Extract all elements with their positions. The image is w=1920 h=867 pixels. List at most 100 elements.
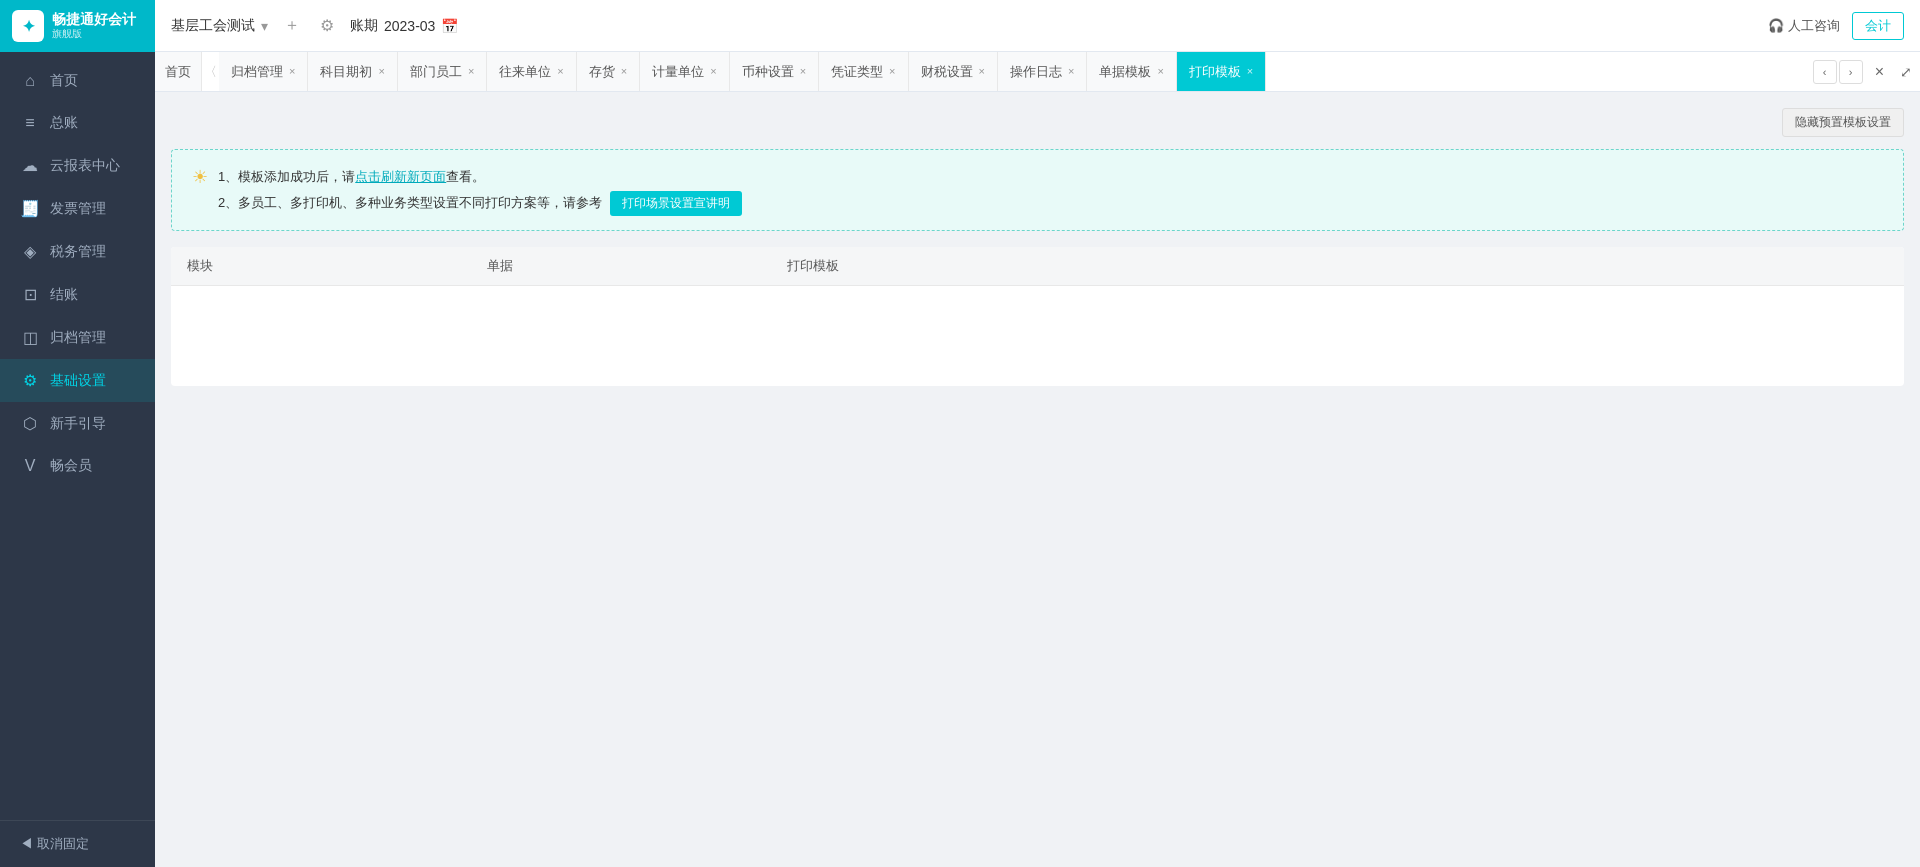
tab-taxsetting[interactable]: 财税设置 × (909, 52, 998, 91)
tab-archive[interactable]: 归档管理 × (219, 52, 308, 91)
tab-singledoc-label: 单据模板 (1099, 63, 1151, 81)
print-template-table: 模块 单据 打印模板 (171, 247, 1904, 386)
tab-close-all-button[interactable]: × (1867, 52, 1892, 91)
tab-currency-close[interactable]: × (800, 66, 806, 77)
user-button[interactable]: 会计 (1852, 12, 1904, 40)
topbar: 基层工会测试 ▾ ＋ ⚙ 账期 2023-03 📅 🎧 人工咨询 会计 (155, 0, 1920, 52)
sidebar-item-reports[interactable]: ☁ 云报表中心 (0, 144, 155, 187)
info-box: ☀ 1、模板添加成功后，请点击刷新新页面查看。 2、多员工、多打印机、多种业务类… (171, 149, 1904, 231)
tab-singledoc[interactable]: 单据模板 × (1087, 52, 1176, 91)
sidebar-item-home[interactable]: ⌂ 首页 (0, 60, 155, 102)
sidebar-item-tax[interactable]: ◈ 税务管理 (0, 230, 155, 273)
sidebar-item-label: 结账 (50, 286, 78, 304)
tab-currency[interactable]: 币种设置 × (730, 52, 819, 91)
period-label: 账期 (350, 17, 378, 35)
tab-printtemplate-label: 打印模板 (1189, 63, 1241, 81)
main-content: 基层工会测试 ▾ ＋ ⚙ 账期 2023-03 📅 🎧 人工咨询 会计 首页 〈… (155, 0, 1920, 867)
sidebar-item-label: 首页 (50, 72, 78, 90)
tab-oplog-close[interactable]: × (1068, 66, 1074, 77)
tab-printtemplate-close[interactable]: × (1247, 66, 1253, 77)
guide-icon: ⬡ (20, 414, 40, 433)
calendar-icon[interactable]: 📅 (441, 18, 458, 34)
tab-printtemplate[interactable]: 打印模板 × (1177, 52, 1266, 91)
archive-icon: ◫ (20, 328, 40, 347)
settings-icon: ⚙ (20, 371, 40, 390)
refresh-link[interactable]: 点击刷新新页面 (355, 169, 446, 184)
tab-oplog[interactable]: 操作日志 × (998, 52, 1087, 91)
tab-voucher-close[interactable]: × (889, 66, 895, 77)
tab-nav-arrows: ‹ › (1809, 52, 1867, 91)
tab-voucher[interactable]: 凭证类型 × (819, 52, 908, 91)
sidebar-item-invoice[interactable]: 🧾 发票管理 (0, 187, 155, 230)
tab-home[interactable]: 首页 (155, 52, 202, 91)
company-selector[interactable]: 基层工会测试 ▾ (171, 17, 268, 35)
reports-icon: ☁ (20, 156, 40, 175)
member-icon: V (20, 457, 40, 475)
ledger-icon: ≡ (20, 114, 40, 132)
tab-inventory-close[interactable]: × (621, 66, 627, 77)
sidebar-item-label: 新手引导 (50, 415, 106, 433)
column-document: 单据 (487, 257, 787, 275)
tax-icon: ◈ (20, 242, 40, 261)
tab-taxsetting-close[interactable]: × (979, 66, 985, 77)
app-logo: ✦ 畅捷通好会计 旗舰版 (0, 0, 155, 52)
info-line1-suffix: 查看。 (446, 169, 485, 184)
tab-expand-button[interactable]: ⤢ (1892, 52, 1920, 91)
tab-prev-button[interactable]: ‹ (1813, 60, 1837, 84)
tab-subjects-close[interactable]: × (378, 66, 384, 77)
sidebar-item-label: 税务管理 (50, 243, 106, 261)
tab-dept-close[interactable]: × (468, 66, 474, 77)
info-text: 1、模板添加成功后，请点击刷新新页面查看。 2、多员工、多打印机、多种业务类型设… (218, 164, 742, 216)
topbar-settings-icon[interactable]: ⚙ (316, 16, 338, 35)
sidebar-item-label: 发票管理 (50, 200, 106, 218)
tab-singledoc-close[interactable]: × (1157, 66, 1163, 77)
settle-icon: ⊡ (20, 285, 40, 304)
tab-partner-label: 往来单位 (499, 63, 551, 81)
tab-partner-close[interactable]: × (557, 66, 563, 77)
sidebar-item-label: 云报表中心 (50, 157, 120, 175)
sidebar-item-ledger[interactable]: ≡ 总账 (0, 102, 155, 144)
sidebar: ✦ 畅捷通好会计 旗舰版 ⌂ 首页 ≡ 总账 ☁ 云报表中心 🧾 发票管理 ◈ … (0, 0, 155, 867)
tab-dept[interactable]: 部门员工 × (398, 52, 487, 91)
sidebar-unpin-button[interactable]: ◀ 取消固定 (0, 820, 155, 867)
tab-currency-label: 币种设置 (742, 63, 794, 81)
tab-unit-close[interactable]: × (710, 66, 716, 77)
sidebar-nav: ⌂ 首页 ≡ 总账 ☁ 云报表中心 🧾 发票管理 ◈ 税务管理 ⊡ 结账 ◫ 归… (0, 52, 155, 820)
unpin-label: ◀ 取消固定 (20, 835, 89, 853)
table-body (171, 286, 1904, 386)
hide-template-button[interactable]: 隐藏预置模板设置 (1782, 108, 1904, 137)
tab-bar: 首页 〈 归档管理 × 科目期初 × 部门员工 × 往来单位 × 存货 × 计量… (155, 52, 1920, 92)
support-button[interactable]: 🎧 人工咨询 (1768, 17, 1840, 35)
column-module: 模块 (187, 257, 487, 275)
sidebar-item-guide[interactable]: ⬡ 新手引导 (0, 402, 155, 445)
add-company-button[interactable]: ＋ (280, 15, 304, 36)
tab-subjects[interactable]: 科目期初 × (308, 52, 397, 91)
tab-archive-close[interactable]: × (289, 66, 295, 77)
hide-template-area: 隐藏预置模板设置 (171, 108, 1904, 137)
sidebar-item-settle[interactable]: ⊡ 结账 (0, 273, 155, 316)
table-header: 模块 单据 打印模板 (171, 247, 1904, 286)
sidebar-item-label: 畅会员 (50, 457, 92, 475)
app-name: 畅捷通好会计 (52, 11, 136, 28)
sidebar-item-label: 总账 (50, 114, 78, 132)
tab-unit-label: 计量单位 (652, 63, 704, 81)
tab-inventory[interactable]: 存货 × (577, 52, 640, 91)
sidebar-item-member[interactable]: V 畅会员 (0, 445, 155, 487)
tab-inventory-label: 存货 (589, 63, 615, 81)
tab-next-button[interactable]: › (1839, 60, 1863, 84)
tab-partner[interactable]: 往来单位 × (487, 52, 576, 91)
bulb-icon: ☀ (192, 166, 208, 188)
topbar-right: 🎧 人工咨询 会计 (1768, 12, 1904, 40)
app-edition: 旗舰版 (52, 27, 136, 41)
sidebar-item-settings[interactable]: ⚙ 基础设置 (0, 359, 155, 402)
print-scene-btn[interactable]: 打印场景设置宣讲明 (610, 191, 742, 216)
tab-home-label: 首页 (165, 63, 191, 81)
info-line2-prefix: 2、多员工、多打印机、多种业务类型设置不同打印方案等，请参考 (218, 195, 602, 210)
page-content: 隐藏预置模板设置 ☀ 1、模板添加成功后，请点击刷新新页面查看。 2、多员工、多… (155, 92, 1920, 867)
period-display: 账期 2023-03 📅 (350, 17, 458, 35)
tab-unit[interactable]: 计量单位 × (640, 52, 729, 91)
invoice-icon: 🧾 (20, 199, 40, 218)
company-name: 基层工会测试 (171, 17, 255, 35)
tab-subjects-label: 科目期初 (320, 63, 372, 81)
sidebar-item-archive[interactable]: ◫ 归档管理 (0, 316, 155, 359)
